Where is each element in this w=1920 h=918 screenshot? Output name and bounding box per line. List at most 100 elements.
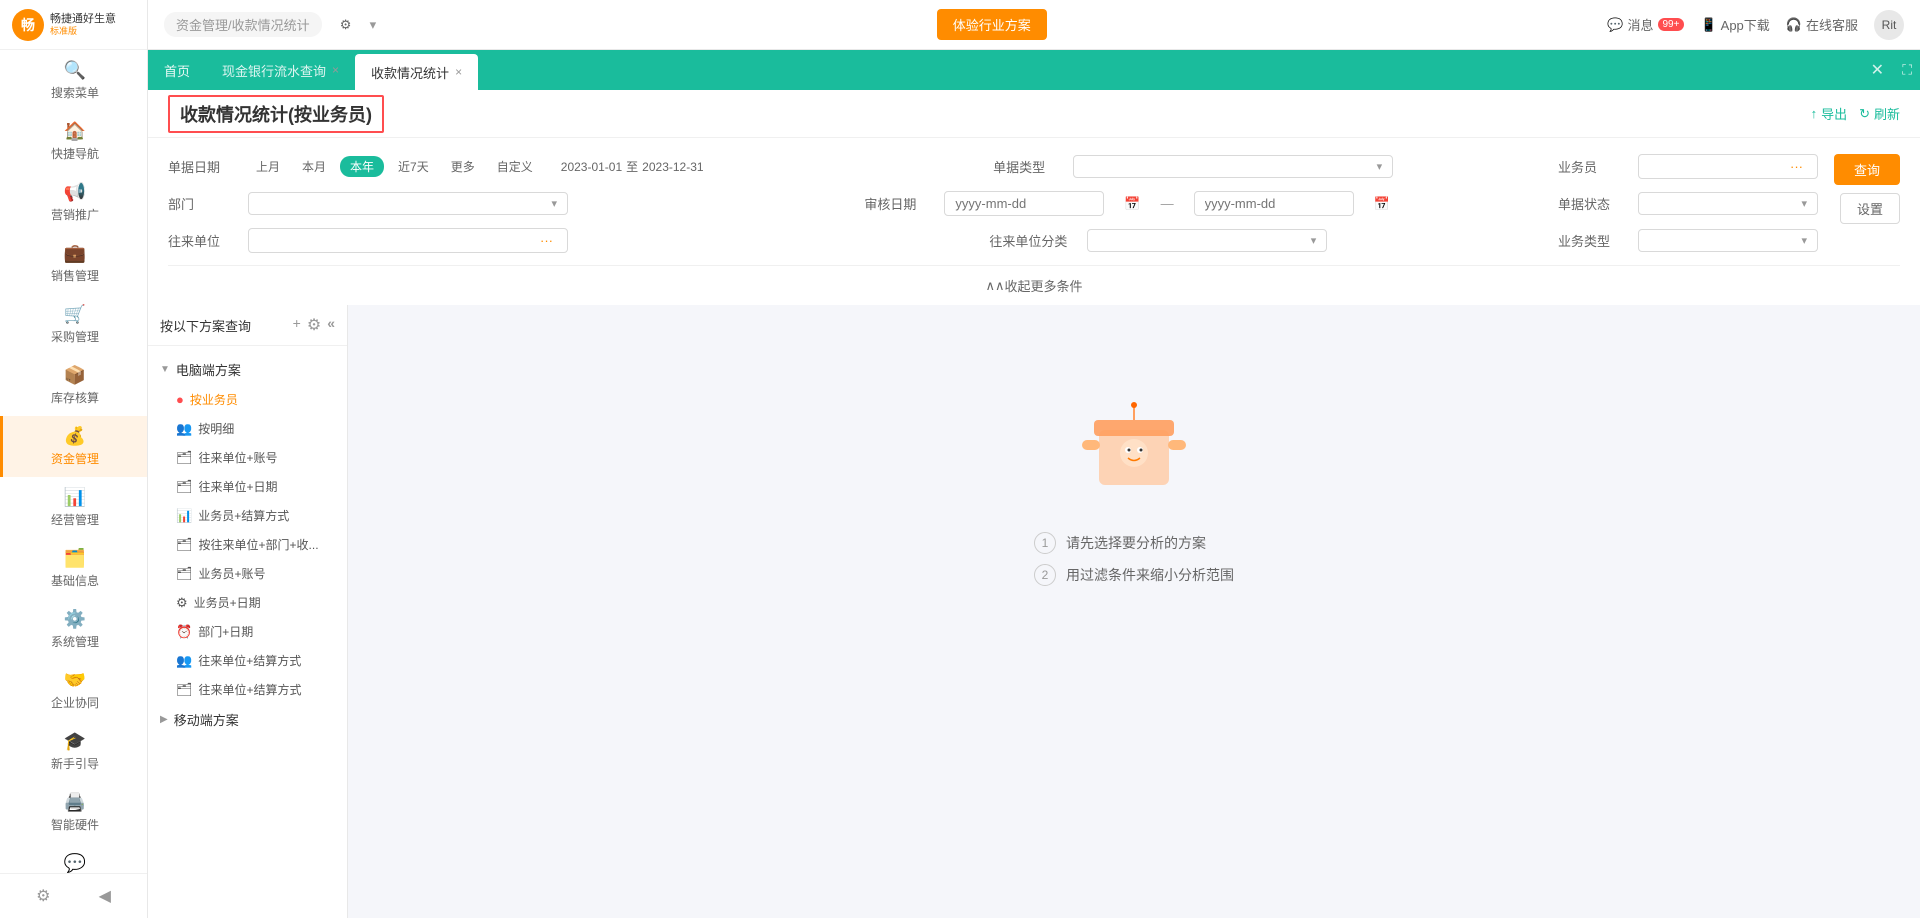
sidebar-label-guide: 新手引导 [51,755,99,772]
sidebar-item-system[interactable]: ⚙️ 系统管理 [0,599,147,660]
message-btn[interactable]: 💬 消息 99+ [1607,15,1684,34]
calendar-icon-from[interactable]: 📅 [1124,196,1140,212]
side-panel: 按以下方案查询 + ⚙ « ▼ 电脑端方案 [148,305,348,918]
dept-date-icon: ⏰ [176,624,192,640]
sidebar-label-operation: 经营管理 [51,511,99,528]
sidebar-item-sales[interactable]: 💼 销售管理 [0,233,147,294]
sidebar-item-search[interactable]: 🔍 搜索菜单 [0,50,147,111]
message-badge: 99+ [1658,18,1685,31]
app-download-btn[interactable]: 📱 App下载 [1700,15,1769,34]
tab-cashflow-close[interactable]: × [332,63,339,77]
step-2-num: 2 [1034,564,1056,586]
sidebar-label-quicknav: 快捷导航 [51,145,99,162]
trial-btn[interactable]: 体验行业方案 [937,9,1047,40]
online-service-btn[interactable]: 🎧 在线客服 [1786,15,1858,34]
side-panel-add-btn[interactable]: + [293,315,301,335]
user-avatar[interactable]: Rit [1874,10,1904,40]
sidebar-label-marketing: 营销推广 [51,206,99,223]
tab-home[interactable]: 首页 [148,61,206,80]
doctype-select[interactable]: ▾ [1073,155,1393,178]
tree-item-sp-date-label: 业务员+日期 [194,594,261,611]
export-btn[interactable]: ↑ 导出 [1811,104,1848,123]
desktop-arrow-icon: ▼ [160,364,170,375]
detail-icon: 👥 [176,421,192,437]
dept-select[interactable]: ▾ [248,192,568,215]
gear-icon: ⚙ [340,17,352,33]
tree-item-customer-date[interactable]: 🗂 往来单位+日期 [148,472,347,501]
sidebar-item-quicknav[interactable]: 🏠 快捷导航 [0,111,147,172]
sidebar-item-marketing[interactable]: 📢 营销推广 [0,172,147,233]
sidebar-item-inventory[interactable]: 📦 库存核算 [0,355,147,416]
biztype-select[interactable]: ▾ [1638,229,1818,252]
sidebar-label-inventory: 库存核算 [51,389,99,406]
sidebar-item-guide[interactable]: 🎓 新手引导 [0,721,147,782]
docstatus-chevron: ▾ [1801,197,1807,210]
customer-select[interactable]: ··· [248,228,568,253]
refresh-btn[interactable]: ↻ 刷新 [1859,104,1900,123]
empty-step-1: 1 请先选择要分析的方案 [1034,532,1234,554]
tree-item-by-salesperson[interactable]: ● 按业务员 [148,385,347,414]
customer-more-icon[interactable]: ··· [540,233,553,248]
tree-item-customer-account[interactable]: 🗂 往来单位+账号 [148,443,347,472]
collapse-bar[interactable]: ∧∧ 收起更多条件 [168,265,1900,305]
tree-item-dept-date[interactable]: ⏰ 部门+日期 [148,617,347,646]
docstatus-select[interactable]: ▾ [1638,192,1818,215]
tree-item-multi[interactable]: 🗂 按往来单位+部门+收... [148,530,347,559]
dept-chevron: ▾ [551,197,557,210]
operation-icon: 📊 [64,487,86,508]
tab-cashflow[interactable]: 现金银行流水查询 × [206,50,355,90]
date-shortcut-thismonth[interactable]: 本月 [294,156,334,177]
tree-item-cust-settle2[interactable]: 🗂 往来单位+结算方式 [148,675,347,704]
date-shortcut-lastmonth[interactable]: 上月 [248,156,288,177]
filter-settings-btn[interactable]: 设置 [1840,193,1900,224]
query-btn[interactable]: 查询 [1834,154,1900,185]
sidebar-label-purchase: 采购管理 [51,328,99,345]
top-bar-right: 💬 消息 99+ 📱 App下载 🎧 在线客服 Rit [1607,10,1904,40]
side-panel-header: 按以下方案查询 + ⚙ « [148,305,347,346]
tree-group-desktop-header[interactable]: ▼ 电脑端方案 [148,354,347,385]
tab-collection-close[interactable]: × [455,65,462,79]
tree-item-sp-account[interactable]: 🗂 业务员+账号 [148,559,347,588]
tree-item-sp-date[interactable]: ⚙ 业务员+日期 [148,588,347,617]
sidebar-settings-icon[interactable]: ⚙ [36,886,50,906]
sidebar-item-purchase[interactable]: 🛒 采购管理 [0,294,147,355]
tree-item-sp-acc-label: 业务员+账号 [199,565,266,582]
sidebar-label-sales: 销售管理 [51,267,99,284]
date-shortcut-thisyear[interactable]: 本年 [340,156,384,177]
salesperson-more-icon[interactable]: ··· [1790,159,1803,174]
tree-item-detail[interactable]: 👥 按明细 [148,414,347,443]
sidebar-item-weixin[interactable]: 💬 企业微信 [0,843,147,873]
sidebar-item-finance[interactable]: 💰 资金管理 [0,416,147,477]
approval-date-from[interactable] [944,191,1104,216]
date-shortcut-custom[interactable]: 自定义 [489,156,541,177]
sidebar-item-basic[interactable]: 🗂️ 基础信息 [0,538,147,599]
salesperson-select[interactable]: ··· [1638,154,1818,179]
tab-bar-expand-icon[interactable]: ⛶ [1902,62,1912,79]
sp-settle-icon: 📊 [176,508,192,524]
tree-item-cust-settle1[interactable]: 👥 往来单位+结算方式 [148,646,347,675]
side-panel-settings-btn[interactable]: ⚙ [307,315,321,335]
sidebar-collapse-icon[interactable]: ◀ [99,886,111,906]
side-panel-collapse-btn[interactable]: « [327,315,335,335]
date-shortcut-7days[interactable]: 近7天 [390,156,437,177]
sidebar-item-operation[interactable]: 📊 经营管理 [0,477,147,538]
search-icon: 🔍 [64,60,86,81]
collapse-label: 收起更多条件 [1005,276,1083,295]
main-content: 1 请先选择要分析的方案 2 用过滤条件来缩小分析范围 [348,305,1920,918]
customer-cat-select[interactable]: ▾ [1087,229,1327,252]
tab-bar-close-icon[interactable]: ✕ [1871,60,1884,80]
topbar-arrow-icon[interactable]: ▾ [370,17,377,33]
salesperson-label: 业务员 [1558,157,1618,176]
topbar-settings-btn[interactable]: ⚙ [332,11,360,39]
approval-date-to[interactable] [1194,191,1354,216]
sidebar-item-collab[interactable]: 🤝 企业协同 [0,660,147,721]
salesperson-item-icon: ● [176,392,184,407]
content-area: 单据日期 上月 本月 本年 近7天 更多 自定义 2023-01-01 [148,138,1920,918]
empty-step-2: 2 用过滤条件来缩小分析范围 [1034,564,1234,586]
date-shortcut-more[interactable]: 更多 [443,156,483,177]
calendar-icon-to[interactable]: 📅 [1374,196,1390,212]
tree-item-salesperson-settle[interactable]: 📊 业务员+结算方式 [148,501,347,530]
tree-group-mobile-header[interactable]: ▶ 移动端方案 [148,704,347,735]
tab-collection[interactable]: 收款情况统计 × [355,54,478,90]
sidebar-item-hardware[interactable]: 🖨️ 智能硬件 [0,782,147,843]
